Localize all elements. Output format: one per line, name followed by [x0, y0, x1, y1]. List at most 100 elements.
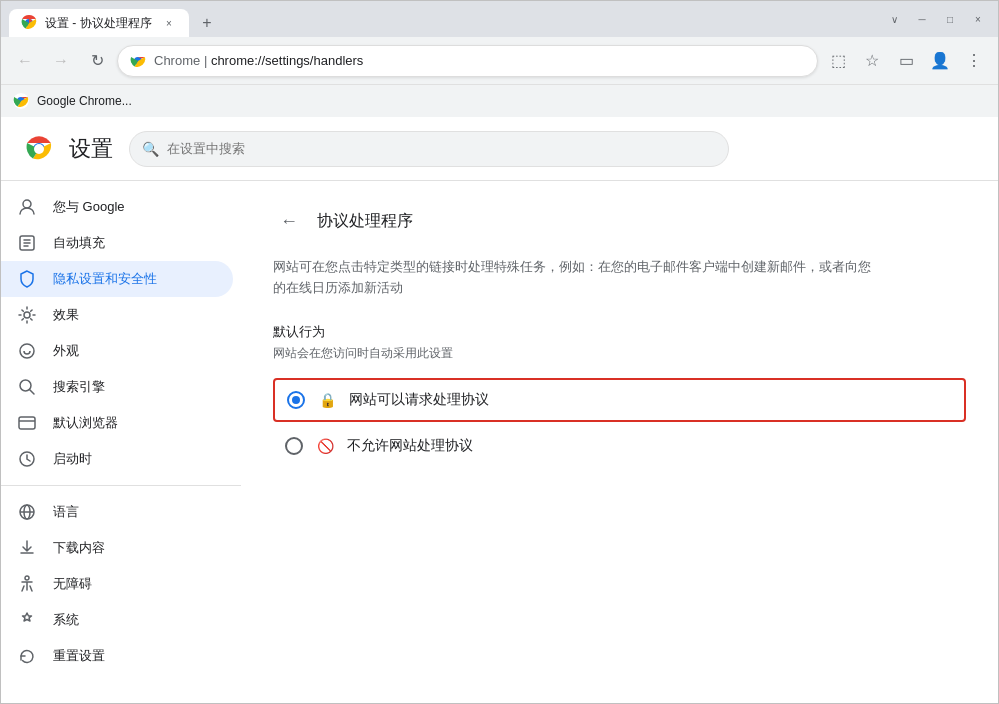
bookmark-button[interactable]: ☆: [856, 45, 888, 77]
settings-search-box[interactable]: 🔍: [129, 131, 729, 167]
chrome-settings-logo: [25, 135, 53, 163]
sidebar-downloads-icon: [17, 538, 37, 558]
section-title: 默认行为: [273, 323, 966, 341]
browser-window: 设置 - 协议处理程序 × + ∨ ─ □ × ← → ↻: [0, 0, 999, 704]
separator: |: [204, 53, 211, 68]
sidebar-item-downloads[interactable]: 下载内容: [1, 530, 233, 566]
sidebar-autofill-icon: [17, 233, 37, 253]
sidebar-system-icon: [17, 610, 37, 630]
option-deny-radio[interactable]: [285, 437, 303, 455]
svg-point-11: [24, 312, 30, 318]
sidebar-language-icon: [17, 502, 37, 522]
svg-point-18: [25, 576, 29, 580]
sidebar-privacy-label: 隐私设置和安全性: [53, 270, 157, 288]
sidebar-language-label: 语言: [53, 503, 79, 521]
window-controls: ∨ ─ □ ×: [882, 7, 990, 31]
sidebar-item-appearance[interactable]: 外观: [1, 333, 233, 369]
tab-bar: 设置 - 协议处理程序 × +: [9, 1, 882, 37]
sidebar-item-system[interactable]: 系统: [1, 602, 233, 638]
refresh-button[interactable]: ↻: [81, 45, 113, 77]
address-bar[interactable]: Chrome | chrome://settings/handlers: [117, 45, 818, 77]
chrome-text: Chrome: [154, 53, 200, 68]
nav-actions: ⬚ ☆ ▭ 👤 ⋮: [822, 45, 990, 77]
sidebar-item-google[interactable]: 您与 Google: [1, 189, 233, 225]
sidebar: 您与 Google 自动填充隐私设置和安全性效果外观搜索引擎默认浏览器启动时语言下…: [1, 181, 241, 703]
minimize-button[interactable]: ∨: [882, 7, 906, 31]
menu-icon: ⋮: [966, 51, 982, 70]
profile-button[interactable]: 👤: [924, 45, 956, 77]
sidebar-autofill-label: 自动填充: [53, 234, 105, 252]
page-description: 网站可在您点击特定类型的链接时处理特殊任务，例如：在您的电子邮件客户端中创建新邮…: [273, 257, 873, 299]
sidebar-item-startup[interactable]: 启动时: [1, 441, 233, 477]
svg-point-9: [23, 200, 31, 208]
tab-close-button[interactable]: ×: [161, 15, 177, 31]
address-text: Chrome | chrome://settings/handlers: [154, 53, 805, 68]
back-button[interactable]: ←: [9, 45, 41, 77]
sidebar-item-search[interactable]: 搜索引擎: [1, 369, 233, 405]
svg-rect-14: [19, 417, 35, 429]
search-icon: 🔍: [142, 141, 159, 157]
split-button[interactable]: ▭: [890, 45, 922, 77]
content-area: ← 协议处理程序 网站可在您点击特定类型的链接时处理特殊任务，例如：在您的电子邮…: [241, 181, 998, 703]
option-allow-icon: 🔒: [317, 390, 337, 410]
content-back-button[interactable]: ←: [273, 205, 305, 237]
sidebar-item-autofill[interactable]: 自动填充: [1, 225, 233, 261]
sidebar-accessibility-icon: [17, 574, 37, 594]
split-icon: ▭: [899, 51, 914, 70]
option-deny[interactable]: 🚫 不允许网站处理协议: [273, 426, 966, 466]
option-allow-radio[interactable]: [287, 391, 305, 409]
google-favicon: [13, 93, 29, 109]
sidebar-item-language[interactable]: 语言: [1, 494, 233, 530]
sidebar-item-privacy[interactable]: 隐私设置和安全性: [1, 261, 233, 297]
refresh-icon: ↻: [91, 51, 104, 70]
address-favicon: [130, 53, 146, 69]
close-button[interactable]: ×: [966, 7, 990, 31]
forward-button[interactable]: →: [45, 45, 77, 77]
new-tab-button[interactable]: +: [193, 9, 221, 37]
sidebar-reset-icon: [17, 646, 37, 666]
sidebar-reset-label: 重置设置: [53, 647, 105, 665]
tab-favicon: [21, 15, 37, 31]
restore-button[interactable]: ─: [910, 7, 934, 31]
sidebar-google-label: 您与 Google: [53, 198, 125, 216]
search-input[interactable]: [167, 141, 716, 156]
menu-button[interactable]: ⋮: [958, 45, 990, 77]
sidebar-google-icon: [17, 197, 37, 217]
tab-title: 设置 - 协议处理程序: [45, 15, 153, 32]
sidebar-item-effects[interactable]: 效果: [1, 297, 233, 333]
sidebar-browser-icon: [17, 413, 37, 433]
navigation-bar: ← → ↻ Chrome | chrome://settings/handler…: [1, 37, 998, 85]
svg-point-12: [20, 344, 34, 358]
sidebar-startup-label: 启动时: [53, 450, 92, 468]
sidebar-system-label: 系统: [53, 611, 79, 629]
section-subtitle: 网站会在您访问时自动采用此设置: [273, 345, 966, 362]
title-bar: 设置 - 协议处理程序 × + ∨ ─ □ ×: [1, 1, 998, 37]
cast-icon: ⬚: [831, 51, 846, 70]
bookmarks-bar: Google Chrome...: [1, 85, 998, 117]
option-allow[interactable]: 🔒 网站可以请求处理协议: [273, 378, 966, 422]
maximize-button[interactable]: □: [938, 7, 962, 31]
active-tab[interactable]: 设置 - 协议处理程序 ×: [9, 9, 189, 37]
option-allow-label: 网站可以请求处理协议: [349, 391, 489, 409]
bookmark-label[interactable]: Google Chrome...: [37, 94, 132, 108]
url-text: chrome://settings/handlers: [211, 53, 363, 68]
sidebar-search-icon: [17, 377, 37, 397]
sidebar-item-accessibility[interactable]: 无障碍: [1, 566, 233, 602]
settings-title: 设置: [69, 134, 113, 164]
page-title: 协议处理程序: [317, 211, 413, 232]
sidebar-effects-icon: [17, 305, 37, 325]
sidebar-startup-icon: [17, 449, 37, 469]
sidebar-appearance-label: 外观: [53, 342, 79, 360]
sidebar-item-browser[interactable]: 默认浏览器: [1, 405, 233, 441]
main-content: 您与 Google 自动填充隐私设置和安全性效果外观搜索引擎默认浏览器启动时语言下…: [1, 181, 998, 703]
settings-header: 设置 🔍: [1, 117, 998, 181]
sidebar-accessibility-label: 无障碍: [53, 575, 92, 593]
option-deny-icon: 🚫: [315, 436, 335, 456]
cast-button[interactable]: ⬚: [822, 45, 854, 77]
forward-icon: →: [53, 52, 69, 70]
sidebar-divider: [1, 485, 241, 486]
sidebar-appearance-icon: [17, 341, 37, 361]
sidebar-browser-label: 默认浏览器: [53, 414, 118, 432]
back-icon: ←: [17, 52, 33, 70]
sidebar-item-reset[interactable]: 重置设置: [1, 638, 233, 674]
